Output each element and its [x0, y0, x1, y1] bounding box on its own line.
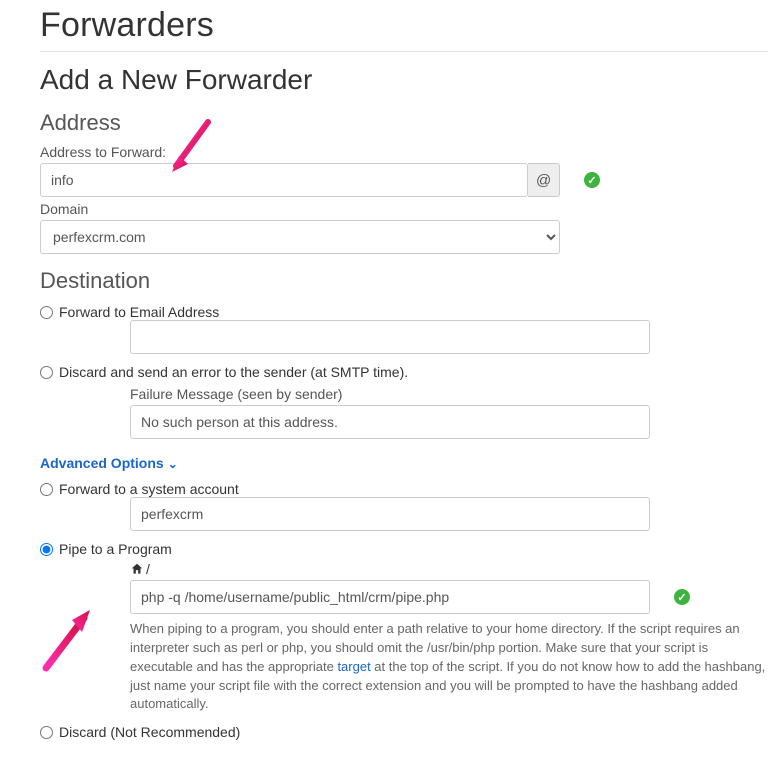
- pipe-program-input[interactable]: [130, 580, 650, 614]
- page-title: Forwarders: [40, 6, 768, 45]
- pipe-prefix-slash: /: [146, 561, 150, 577]
- arrow-annotation: [32, 594, 122, 684]
- discard-error-radio[interactable]: [40, 366, 53, 379]
- failure-msg-label: Failure Message (seen by sender): [130, 386, 768, 402]
- check-icon: ✓: [584, 172, 600, 188]
- check-icon: ✓: [674, 589, 690, 605]
- system-account-input[interactable]: [130, 497, 650, 531]
- address-section-heading: Address: [40, 110, 768, 136]
- discard-label: Discard (Not Recommended): [59, 724, 240, 740]
- domain-label: Domain: [40, 201, 768, 217]
- pipe-program-label: Pipe to a Program: [59, 541, 172, 557]
- forward-email-radio[interactable]: [40, 306, 53, 319]
- at-addon: @: [528, 163, 560, 197]
- failure-msg-input[interactable]: [130, 405, 650, 439]
- address-to-forward-input[interactable]: [40, 163, 528, 197]
- pipe-program-radio[interactable]: [40, 543, 53, 556]
- home-icon: [130, 562, 144, 576]
- system-account-label: Forward to a system account: [59, 481, 239, 497]
- discard-error-label: Discard and send an error to the sender …: [59, 364, 408, 380]
- forward-email-label: Forward to Email Address: [59, 304, 219, 320]
- divider: [40, 51, 768, 52]
- page-subtitle: Add a New Forwarder: [40, 64, 768, 96]
- system-account-radio[interactable]: [40, 483, 53, 496]
- discard-radio[interactable]: [40, 726, 53, 739]
- destination-section-heading: Destination: [40, 268, 768, 294]
- advanced-options-toggle[interactable]: Advanced Options⌄: [40, 455, 768, 471]
- chevron-down-icon: ⌄: [168, 457, 178, 471]
- forward-email-input[interactable]: [130, 320, 650, 354]
- domain-select[interactable]: perfexcrm.com: [40, 220, 560, 254]
- pipe-help-text: When piping to a program, you should ent…: [130, 620, 768, 714]
- address-field-label: Address to Forward:: [40, 144, 768, 160]
- target-link[interactable]: target: [337, 659, 370, 674]
